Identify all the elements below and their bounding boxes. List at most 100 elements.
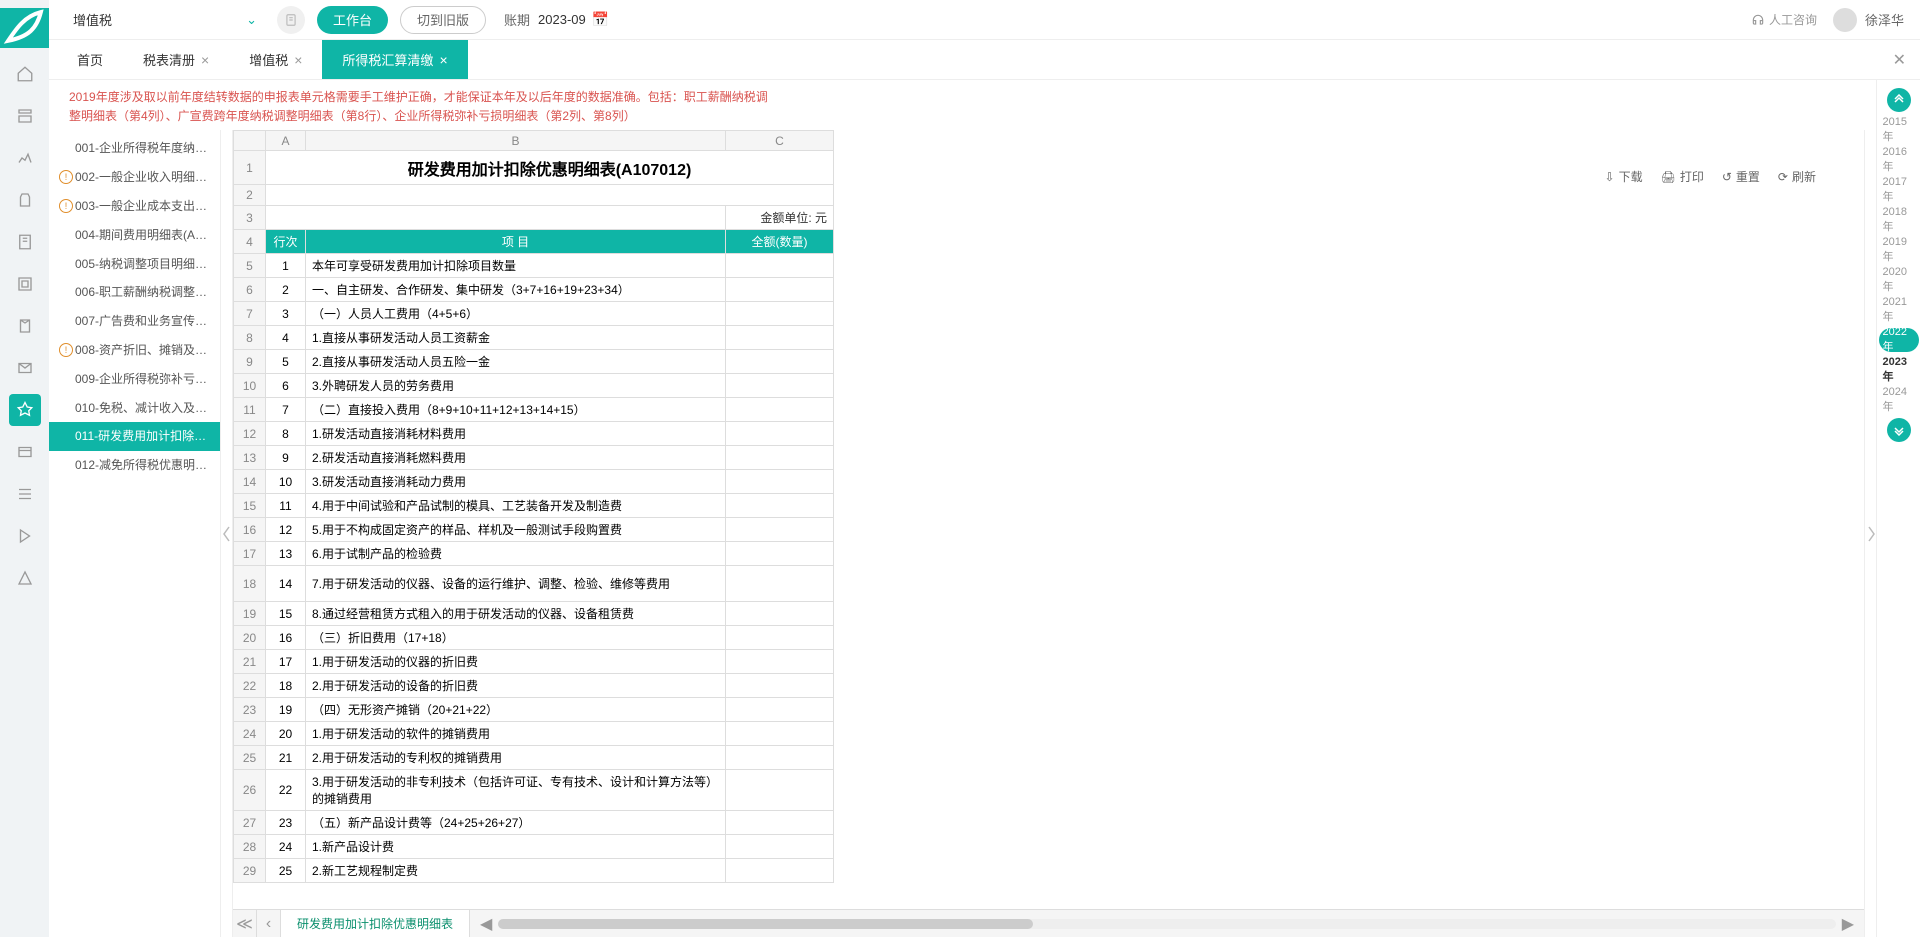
form-list-item[interactable]: 002-一般企业收入明细表(A...: [49, 163, 220, 192]
row-seq: 13: [266, 542, 306, 566]
form-list-item[interactable]: 005-纳税调整项目明细表(A1...: [49, 250, 220, 279]
row-amount-cell[interactable]: [726, 722, 834, 746]
row-amount-cell[interactable]: [726, 542, 834, 566]
year-2023年[interactable]: 2023年: [1883, 358, 1915, 382]
nav-icon-7[interactable]: [9, 352, 41, 384]
tab-close-icon[interactable]: ×: [439, 52, 447, 68]
hscroll-thumb[interactable]: [498, 919, 1033, 929]
warning-notice: 2019年度涉及取以前年度结转数据的申报表单元格需要手工维护正确，才能保证本年及…: [69, 88, 769, 126]
form-list-item[interactable]: 011-研发费用加计扣除优惠...: [49, 422, 220, 451]
sheet-nav-first[interactable]: ≪: [233, 910, 257, 937]
calendar-icon[interactable]: 📅: [592, 11, 609, 28]
form-list-item[interactable]: 008-资产折旧、摊销及纳税...: [49, 336, 220, 365]
avatar[interactable]: [1833, 8, 1857, 32]
year-2018年[interactable]: 2018年: [1883, 208, 1915, 232]
form-list-item[interactable]: 010-免税、减计收入及加计...: [49, 394, 220, 423]
support-link[interactable]: 人工咨询: [1751, 11, 1817, 28]
year-2022年[interactable]: 2022年: [1879, 328, 1919, 352]
form-list-item[interactable]: 001-企业所得税年度纳税申...: [49, 134, 220, 163]
nav-icon-1[interactable]: [9, 100, 41, 132]
row-item: 1.用于研发活动的软件的摊销费用: [306, 722, 726, 746]
period-value[interactable]: 2023-09: [538, 12, 586, 27]
nav-icon-11[interactable]: [9, 520, 41, 552]
year-2021年[interactable]: 2021年: [1883, 298, 1915, 322]
form-list-item[interactable]: 007-广告费和业务宣传费跨...: [49, 307, 220, 336]
row-amount-cell[interactable]: [726, 422, 834, 446]
tab-0[interactable]: 首页: [57, 40, 123, 79]
tab-close-icon[interactable]: ×: [294, 52, 302, 68]
row-amount-cell[interactable]: [726, 698, 834, 722]
sheet-tab-bar: ≪ ‹ 研发费用加计扣除优惠明细表 ◀ ▶: [233, 909, 1864, 937]
nav-icon-12[interactable]: [9, 562, 41, 594]
row-amount-cell[interactable]: [726, 494, 834, 518]
doc-button[interactable]: [277, 6, 305, 34]
row-amount-cell[interactable]: [726, 626, 834, 650]
year-2016年[interactable]: 2016年: [1883, 148, 1915, 172]
expand-handle-right[interactable]: [1864, 130, 1876, 937]
nav-icon-6[interactable]: [9, 310, 41, 342]
row-amount-cell[interactable]: [726, 326, 834, 350]
row-amount-cell[interactable]: [726, 302, 834, 326]
nav-icon-8[interactable]: [9, 394, 41, 426]
row-item: 一、自主研发、合作研发、集中研发（3+7+16+19+23+34）: [306, 278, 726, 302]
nav-icon-2[interactable]: [9, 142, 41, 174]
year-scroll-up[interactable]: [1887, 88, 1911, 112]
tab-1[interactable]: 税表清册×: [123, 40, 229, 79]
nav-icon-0[interactable]: [9, 58, 41, 90]
year-scroll-down[interactable]: [1887, 418, 1911, 442]
row-amount-cell[interactable]: [726, 835, 834, 859]
form-list-item[interactable]: 004-期间费用明细表(A1040...: [49, 221, 220, 250]
form-list-item[interactable]: 006-职工薪酬纳税调整明细...: [49, 278, 220, 307]
tab-close-icon[interactable]: ×: [201, 52, 209, 68]
form-list-item[interactable]: 009-企业所得税弥补亏损明...: [49, 365, 220, 394]
tax-type-selector[interactable]: 增值税 ⌄: [65, 6, 265, 34]
row-amount-cell[interactable]: [726, 770, 834, 811]
collapse-handle[interactable]: [221, 130, 233, 937]
col-header: A: [266, 131, 306, 151]
spreadsheet[interactable]: ABC1研发费用加计扣除优惠明细表(A107012)23金额单位: 元4行次项 …: [233, 130, 1864, 909]
close-all-tabs[interactable]: ✕: [1879, 40, 1920, 79]
nav-icon-10[interactable]: [9, 478, 41, 510]
year-2015年[interactable]: 2015年: [1883, 118, 1915, 142]
hscroll-left[interactable]: ◀: [474, 914, 498, 934]
tab-3[interactable]: 所得税汇算清缴×: [322, 40, 467, 79]
hscroll-track[interactable]: [498, 919, 1835, 929]
year-2020年[interactable]: 2020年: [1883, 268, 1915, 292]
form-list-item[interactable]: 012-减免所得税优惠明细表(...: [49, 451, 220, 480]
year-2024年[interactable]: 2024年: [1883, 388, 1915, 412]
nav-icon-3[interactable]: [9, 184, 41, 216]
year-2019年[interactable]: 2019年: [1883, 238, 1915, 262]
row-amount-cell[interactable]: [726, 278, 834, 302]
row-seq: 20: [266, 722, 306, 746]
row-amount-cell[interactable]: [726, 518, 834, 542]
row-amount-cell[interactable]: [726, 350, 834, 374]
workspace-button[interactable]: 工作台: [317, 6, 388, 34]
row-amount-cell[interactable]: [726, 650, 834, 674]
sheet-nav-prev[interactable]: ‹: [257, 910, 281, 937]
row-amount-cell[interactable]: [726, 746, 834, 770]
nav-icon-5[interactable]: [9, 268, 41, 300]
row-amount-cell[interactable]: [726, 674, 834, 698]
switch-old-button[interactable]: 切到旧版: [400, 6, 486, 34]
year-2017年[interactable]: 2017年: [1883, 178, 1915, 202]
row-seq: 15: [266, 602, 306, 626]
hscroll-right[interactable]: ▶: [1836, 914, 1860, 934]
row-amount-cell[interactable]: [726, 374, 834, 398]
sheet-tab[interactable]: 研发费用加计扣除优惠明细表: [281, 910, 470, 937]
row-amount-cell[interactable]: [726, 602, 834, 626]
row-amount-cell[interactable]: [726, 811, 834, 835]
form-list-item[interactable]: 003-一般企业成本支出明细...: [49, 192, 220, 221]
row-amount-cell[interactable]: [726, 254, 834, 278]
row-amount-cell[interactable]: [726, 566, 834, 602]
username: 徐泽华: [1865, 10, 1904, 29]
row-seq: 19: [266, 698, 306, 722]
left-nav: [0, 0, 49, 937]
row-amount-cell[interactable]: [726, 446, 834, 470]
row-amount-cell[interactable]: [726, 398, 834, 422]
tab-2[interactable]: 增值税×: [229, 40, 322, 79]
nav-icon-4[interactable]: [9, 226, 41, 258]
row-item: 1.直接从事研发活动人员工资薪金: [306, 326, 726, 350]
nav-icon-9[interactable]: [9, 436, 41, 468]
row-amount-cell[interactable]: [726, 470, 834, 494]
row-amount-cell[interactable]: [726, 859, 834, 883]
